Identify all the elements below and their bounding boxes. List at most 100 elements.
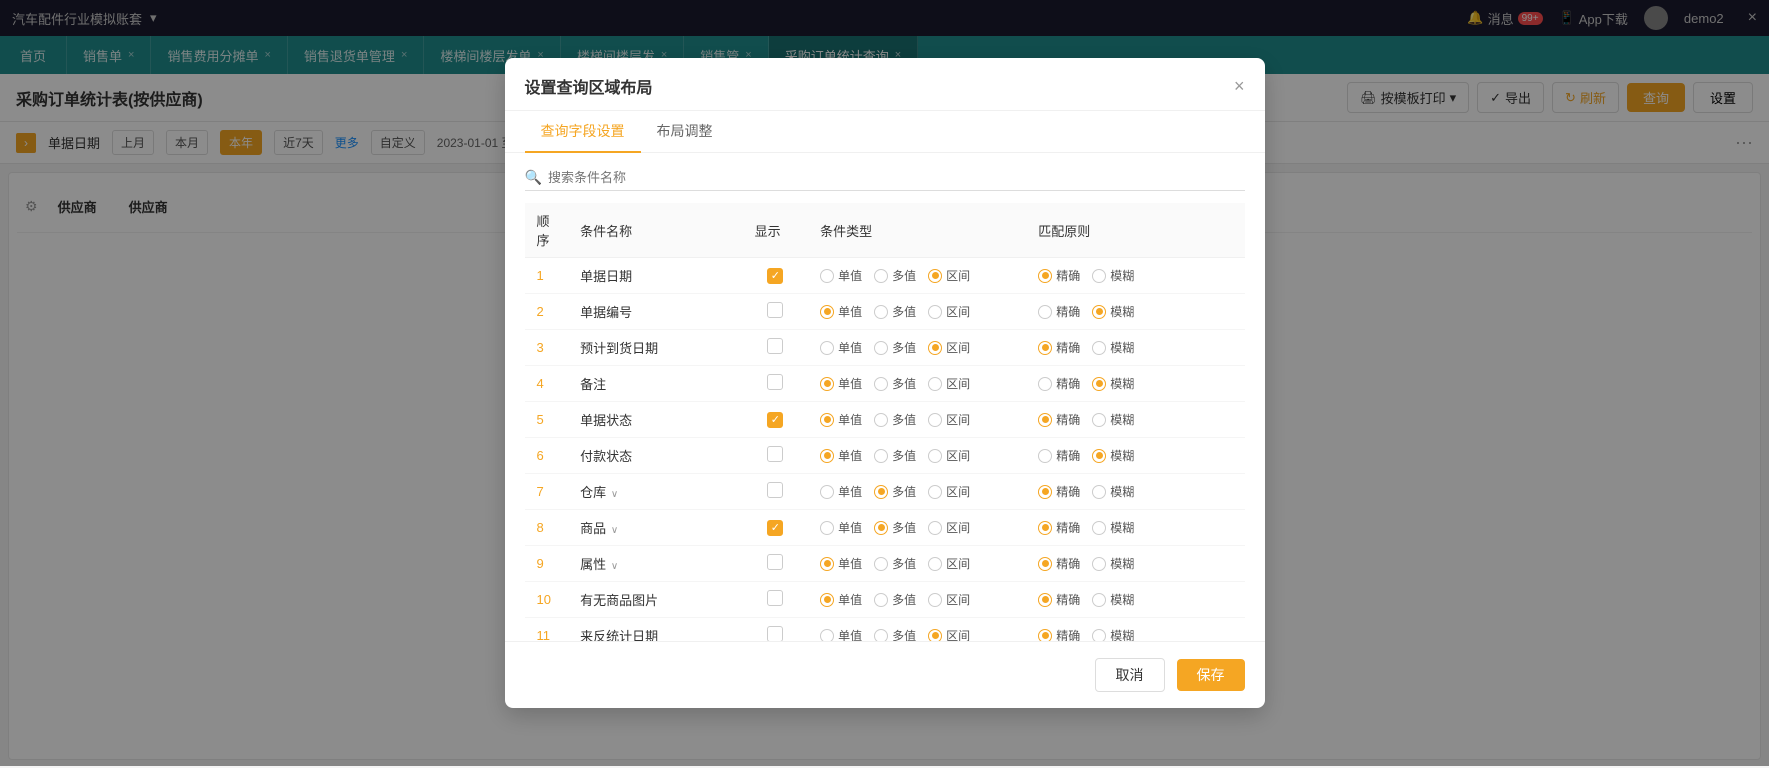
display-checkbox[interactable] [767,482,783,498]
match-radio-模糊[interactable]: 模糊 [1092,411,1134,428]
display-checkbox[interactable] [767,520,783,536]
type-radio-多值[interactable]: 多值 [874,591,916,608]
match-radio-精确[interactable]: 精确 [1038,447,1080,464]
match-radio-模糊[interactable]: 模糊 [1092,591,1134,608]
type-radio-单值[interactable]: 单值 [820,519,862,536]
radio-circle-icon [1038,413,1052,427]
search-input[interactable] [548,170,1245,185]
type-radio-区间[interactable]: 区间 [928,555,970,572]
type-radio-单值[interactable]: 单值 [820,447,862,464]
type-radio-单值[interactable]: 单值 [820,627,862,641]
match-radio-模糊[interactable]: 模糊 [1092,375,1134,392]
type-radio-区间[interactable]: 区间 [928,375,970,392]
match-radio-精确[interactable]: 精确 [1038,303,1080,320]
match-radio-group: 精确模糊 [1038,627,1232,641]
radio-label: 模糊 [1110,447,1134,464]
match-radio-模糊[interactable]: 模糊 [1092,267,1134,284]
radio-label: 多值 [892,267,916,284]
type-radio-多值[interactable]: 多值 [874,303,916,320]
condition-name: 预计到货日期 [580,341,658,356]
tab-query-fields[interactable]: 查询字段设置 [525,111,641,153]
type-radio-单值[interactable]: 单值 [820,555,862,572]
type-radio-多值[interactable]: 多值 [874,375,916,392]
radio-label: 区间 [946,627,970,641]
match-radio-精确[interactable]: 精确 [1038,555,1080,572]
type-radio-区间[interactable]: 区间 [928,627,970,641]
type-radio-多值[interactable]: 多值 [874,483,916,500]
type-radio-单值[interactable]: 单值 [820,267,862,284]
save-button[interactable]: 保存 [1177,659,1245,691]
type-radio-多值[interactable]: 多值 [874,411,916,428]
radio-circle-icon [820,485,834,499]
display-checkbox[interactable] [767,626,783,641]
display-checkbox[interactable] [767,268,783,284]
match-radio-精确[interactable]: 精确 [1038,519,1080,536]
type-radio-单值[interactable]: 单值 [820,411,862,428]
order-cell: 10 [525,582,569,618]
match-radio-模糊[interactable]: 模糊 [1092,519,1134,536]
display-cell [743,438,808,474]
match-radio-精确[interactable]: 精确 [1038,483,1080,500]
type-radio-多值[interactable]: 多值 [874,447,916,464]
type-radio-单值[interactable]: 单值 [820,303,862,320]
type-radio-区间[interactable]: 区间 [928,339,970,356]
radio-label: 多值 [892,339,916,356]
match-cell: 精确模糊 [1026,330,1244,366]
cancel-button[interactable]: 取消 [1095,658,1165,692]
match-radio-精确[interactable]: 精确 [1038,375,1080,392]
type-radio-区间[interactable]: 区间 [928,303,970,320]
order-number: 9 [537,556,544,571]
type-radio-区间[interactable]: 区间 [928,447,970,464]
type-radio-区间[interactable]: 区间 [928,591,970,608]
match-radio-精确[interactable]: 精确 [1038,339,1080,356]
type-radio-区间[interactable]: 区间 [928,411,970,428]
col-type-header: 条件类型 [808,203,1026,258]
match-radio-精确[interactable]: 精确 [1038,411,1080,428]
display-checkbox[interactable] [767,590,783,606]
display-checkbox[interactable] [767,374,783,390]
dialog-close-button[interactable]: × [1234,77,1245,95]
radio-label: 多值 [892,519,916,536]
type-radio-多值[interactable]: 多值 [874,267,916,284]
match-radio-模糊[interactable]: 模糊 [1092,483,1134,500]
type-radio-多值[interactable]: 多值 [874,339,916,356]
type-radio-单值[interactable]: 单值 [820,375,862,392]
match-radio-精确[interactable]: 精确 [1038,591,1080,608]
display-checkbox[interactable] [767,302,783,318]
type-cell: 单值 多值区间 [808,438,1026,474]
tab-layout-adjust[interactable]: 布局调整 [641,111,729,153]
radio-label: 多值 [892,447,916,464]
type-radio-单值[interactable]: 单值 [820,339,862,356]
type-radio-区间[interactable]: 区间 [928,483,970,500]
type-radio-group: 单值多值区间 [820,411,1014,428]
match-radio-精确[interactable]: 精确 [1038,267,1080,284]
match-radio-模糊[interactable]: 模糊 [1092,339,1134,356]
type-radio-区间[interactable]: 区间 [928,267,970,284]
type-radio-区间[interactable]: 区间 [928,519,970,536]
display-checkbox[interactable] [767,446,783,462]
match-radio-模糊[interactable]: 模糊 [1092,303,1134,320]
type-radio-单值[interactable]: 单值 [820,483,862,500]
type-radio-多值[interactable]: 多值 [874,627,916,641]
condition-name: 付款状态 [580,449,632,464]
type-radio-多值[interactable]: 多值 [874,555,916,572]
match-radio-模糊[interactable]: 模糊 [1092,555,1134,572]
type-radio-单值[interactable]: 单值 [820,591,862,608]
display-checkbox[interactable] [767,554,783,570]
radio-circle-icon [1092,377,1106,391]
match-radio-模糊[interactable]: 模糊 [1092,627,1134,641]
radio-label: 单值 [838,519,862,536]
match-radio-模糊[interactable]: 模糊 [1092,447,1134,464]
table-row: 11来反统计日期单值多值区间精确模糊 [525,618,1245,642]
match-radio-精确[interactable]: 精确 [1038,627,1080,641]
table-row: 3预计到货日期单值多值区间精确模糊 [525,330,1245,366]
order-number: 6 [537,448,544,463]
type-radio-group: 单值 多值区间 [820,267,1014,284]
display-checkbox[interactable] [767,338,783,354]
type-radio-多值[interactable]: 多值 [874,519,916,536]
radio-circle-icon [820,413,834,427]
radio-label: 单值 [838,375,862,392]
radio-circle-icon [1092,269,1106,283]
display-checkbox[interactable] [767,412,783,428]
radio-circle-icon [928,629,942,642]
